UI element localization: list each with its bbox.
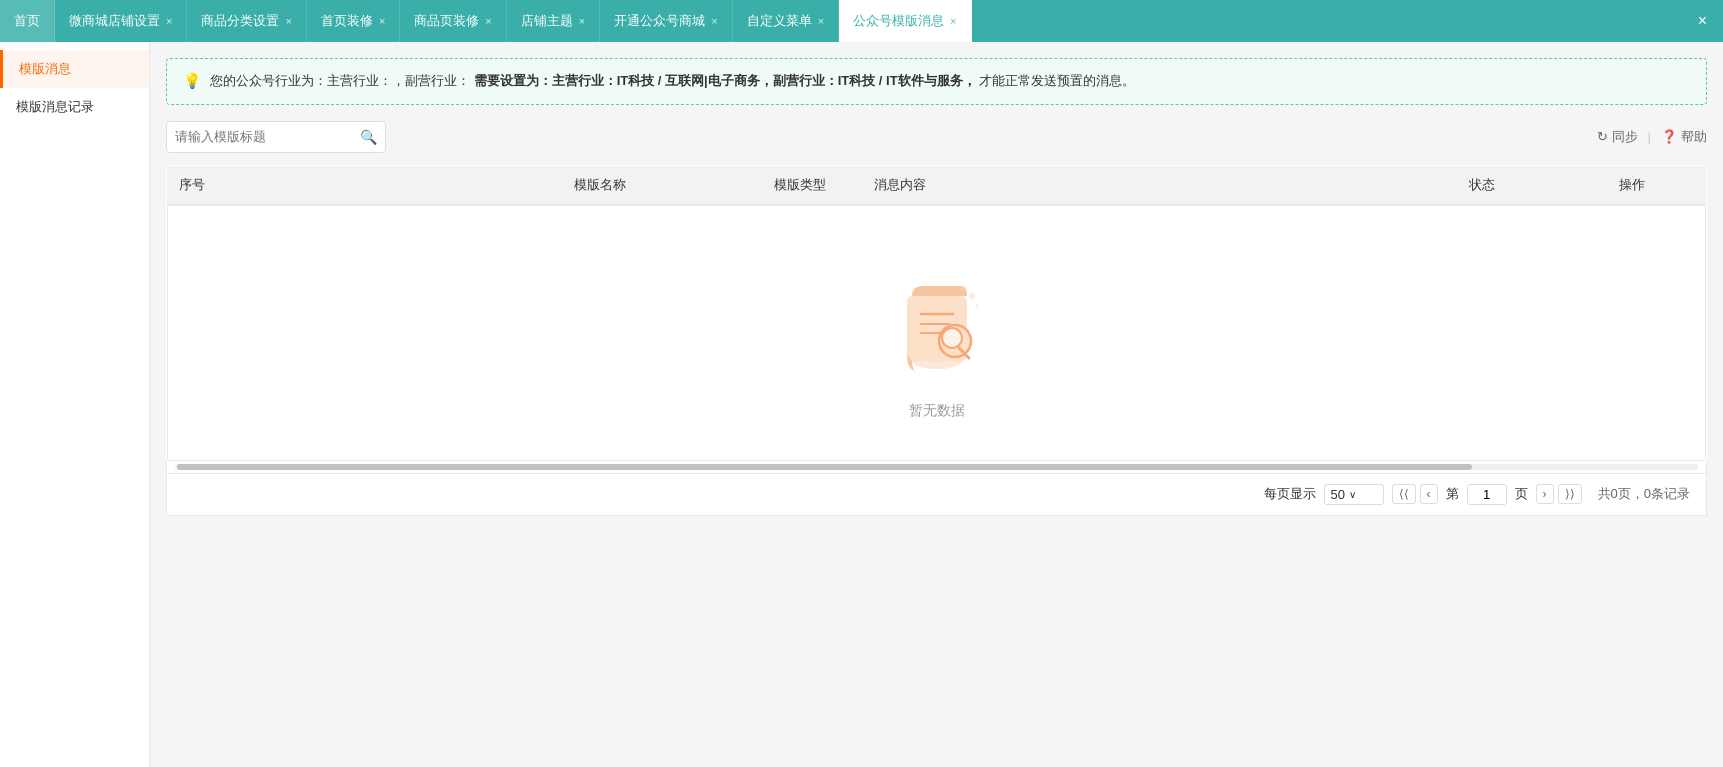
total-info: 共0页，0条记录 [1598, 485, 1690, 503]
page-size-select[interactable]: 50 ∨ [1324, 484, 1384, 505]
scroll-thumb[interactable] [177, 464, 1472, 470]
search-input-wrap[interactable]: 🔍 [166, 121, 386, 153]
page-size-label: 每页显示 [1264, 485, 1316, 503]
close-product-decor[interactable]: × [485, 15, 491, 27]
sidebar: 模版消息 模版消息记录 [0, 42, 150, 767]
help-label: 帮助 [1681, 128, 1707, 146]
nav-store-theme-label: 店铺主题 [521, 12, 573, 30]
table-header: 序号 模版名称 模版类型 消息内容 状态 操作 [167, 165, 1707, 204]
col-action: 操作 [1607, 165, 1707, 204]
toolbar-divider: | [1648, 129, 1651, 144]
close-category[interactable]: × [285, 15, 291, 27]
close-home-decor[interactable]: × [379, 15, 385, 27]
nav-store-settings-label: 微商城店铺设置 [69, 12, 160, 30]
sync-icon: ↻ [1597, 129, 1608, 144]
notice-icon: 💡 [183, 72, 202, 90]
nav-product-decor-label: 商品页装修 [414, 12, 479, 30]
page-size-value: 50 [1331, 487, 1345, 502]
nav-home[interactable]: 首页 [0, 0, 55, 42]
nav-store-theme[interactable]: 店铺主题 × [507, 0, 600, 42]
nav-home-label: 首页 [14, 12, 40, 30]
close-open-mall[interactable]: × [711, 15, 717, 27]
page-label-pre: 第 [1446, 485, 1459, 503]
empty-illustration [877, 266, 997, 386]
nav-category-label: 商品分类设置 [201, 12, 279, 30]
page-label-post: 页 [1515, 485, 1528, 503]
scroll-track[interactable] [175, 464, 1698, 470]
svg-point-9 [962, 285, 967, 290]
close-all-button[interactable]: × [1682, 12, 1723, 30]
close-store-theme[interactable]: × [579, 15, 585, 27]
search-icon[interactable]: 🔍 [360, 129, 377, 145]
nav-product-decor[interactable]: 商品页装修 × [400, 0, 506, 42]
nav-template-msg[interactable]: 公众号模版消息 × [839, 0, 971, 42]
empty-svg-icon [877, 266, 997, 386]
empty-state: 暂无数据 [167, 205, 1706, 461]
notice-text: 您的公众号行业为：主营行业：，副营行业： 需要设置为：主营行业：IT科技 / 互… [210, 71, 1135, 92]
empty-text: 暂无数据 [909, 402, 965, 420]
svg-point-8 [975, 304, 979, 308]
close-custom-menu[interactable]: × [818, 15, 824, 27]
col-content: 消息内容 [862, 165, 1457, 204]
nav-home-decor[interactable]: 首页装修 × [307, 0, 400, 42]
table-body: 暂无数据 [167, 204, 1707, 461]
sync-button[interactable]: ↻ 同步 [1597, 128, 1638, 146]
notice-banner: 💡 您的公众号行业为：主营行业：，副营行业： 需要设置为：主营行业：IT科技 /… [166, 58, 1707, 105]
nav-category-settings[interactable]: 商品分类设置 × [187, 0, 306, 42]
svg-point-5 [942, 328, 962, 348]
close-store-settings[interactable]: × [166, 15, 172, 27]
main-layout: 模版消息 模版消息记录 💡 您的公众号行业为：主营行业：，副营行业： 需要设置为… [0, 42, 1723, 767]
prev-page-button[interactable]: ‹ [1420, 484, 1438, 504]
nav-custom-menu[interactable]: 自定义菜单 × [733, 0, 839, 42]
nav-custom-menu-label: 自定义菜单 [747, 12, 812, 30]
current-page-input[interactable] [1467, 484, 1507, 505]
toolbar-right: ↻ 同步 | ❓ 帮助 [1597, 128, 1707, 146]
horizontal-scrollbar[interactable] [166, 462, 1707, 474]
nav-home-decor-label: 首页装修 [321, 12, 373, 30]
nav-store-settings[interactable]: 微商城店铺设置 × [55, 0, 187, 42]
content-area: 💡 您的公众号行业为：主营行业：，副营行业： 需要设置为：主营行业：IT科技 /… [150, 42, 1723, 767]
nav-template-msg-label: 公众号模版消息 [853, 12, 944, 30]
first-page-button[interactable]: ⟨⟨ [1392, 484, 1416, 504]
search-bar: 🔍 ↻ 同步 | ❓ 帮助 [166, 121, 1707, 153]
col-name: 模版名称 [562, 165, 762, 204]
top-navigation: 首页 微商城店铺设置 × 商品分类设置 × 首页装修 × 商品页装修 × 店铺主… [0, 0, 1723, 42]
col-type: 模版类型 [762, 165, 862, 204]
sync-label: 同步 [1612, 128, 1638, 146]
close-template-msg[interactable]: × [950, 15, 956, 27]
notice-highlight: 需要设置为：主营行业：IT科技 / 互联网|电子商务，副营行业：IT科技 / I… [474, 73, 976, 88]
col-status: 状态 [1457, 165, 1607, 204]
next-page-button[interactable]: › [1536, 484, 1554, 504]
help-icon: ❓ [1661, 129, 1677, 144]
page-navigation: ⟨⟨ ‹ 第 页 › ⟩⟩ [1392, 484, 1582, 505]
search-input[interactable] [175, 129, 360, 144]
last-page-button[interactable]: ⟩⟩ [1558, 484, 1582, 504]
help-button[interactable]: ❓ 帮助 [1661, 128, 1707, 146]
sidebar-item-template-msg[interactable]: 模版消息 [0, 50, 149, 88]
col-seq: 序号 [167, 165, 562, 204]
nav-open-mall[interactable]: 开通公众号商城 × [600, 0, 732, 42]
nav-open-mall-label: 开通公众号商城 [614, 12, 705, 30]
svg-point-7 [969, 293, 975, 299]
select-chevron-icon: ∨ [1349, 489, 1356, 500]
pagination: 每页显示 50 ∨ ⟨⟨ ‹ 第 页 › ⟩⟩ 共0页，0条记录 [166, 474, 1707, 516]
data-table: 序号 模版名称 模版类型 消息内容 状态 操作 [166, 165, 1707, 462]
sidebar-item-template-record[interactable]: 模版消息记录 [0, 88, 149, 126]
